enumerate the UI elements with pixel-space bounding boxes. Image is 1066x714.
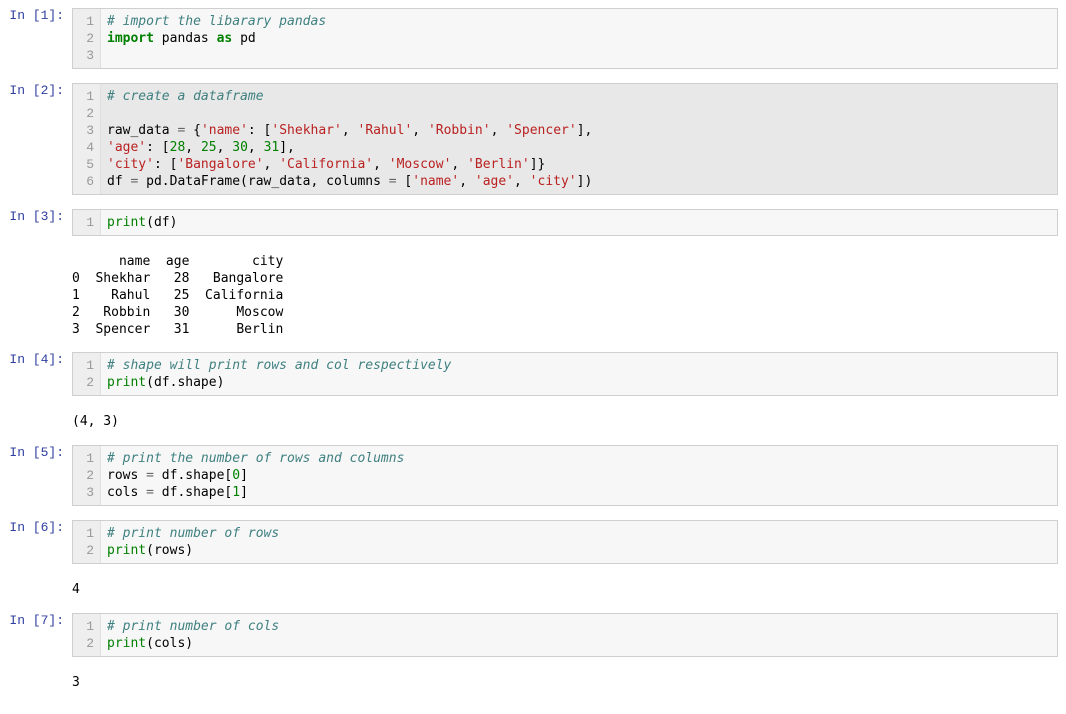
code-line[interactable]: print(cols) (107, 635, 1051, 652)
code-input-area[interactable]: 12# print number of colsprint(cols) (72, 613, 1058, 657)
code-line[interactable]: rows = df.shape[0] (107, 467, 1051, 484)
code-line[interactable]: print(df) (107, 214, 1051, 231)
line-number: 2 (73, 635, 94, 652)
line-number-gutter: 12 (73, 614, 101, 656)
code-line[interactable]: # shape will print rows and col respecti… (107, 357, 1051, 374)
input-prompt: In [7]: (8, 613, 72, 657)
notebook-cell: In [2]:123456# create a dataframe raw_da… (8, 83, 1058, 195)
code-editor[interactable]: print(df) (101, 210, 1057, 235)
notebook-cell: In [5]:123# print the number of rows and… (8, 445, 1058, 506)
input-prompt: In [2]: (8, 83, 72, 195)
notebook-cell: In [7]:12# print number of colsprint(col… (8, 613, 1058, 657)
code-editor[interactable]: # print number of colsprint(cols) (101, 614, 1057, 656)
code-input-area[interactable]: 12# print number of rowsprint(rows) (72, 520, 1058, 564)
code-line[interactable] (107, 105, 1051, 122)
input-prompt: In [1]: (8, 8, 72, 69)
output-body: name age city 0 Shekhar 28 Bangalore 1 R… (72, 250, 1058, 338)
output-body: (4, 3) (72, 410, 1058, 431)
code-input-area[interactable]: 123# print the number of rows and column… (72, 445, 1058, 506)
cell-body: 123# print the number of rows and column… (72, 445, 1058, 506)
line-number: 1 (73, 450, 94, 467)
output-row: 4 (8, 578, 1058, 599)
input-prompt: In [5]: (8, 445, 72, 506)
input-prompt: In [3]: (8, 209, 72, 236)
code-line[interactable]: 'age': [28, 25, 30, 31], (107, 139, 1051, 156)
line-number: 3 (73, 484, 94, 501)
line-number: 4 (73, 139, 94, 156)
code-input-area[interactable]: 12 # shape will print rows and col respec… (72, 352, 1058, 396)
input-prompt: In [4]: (8, 352, 72, 396)
notebook-cell: In [6]:12# print number of rowsprint(row… (8, 520, 1058, 564)
code-line[interactable]: print(rows) (107, 542, 1051, 559)
line-number: 2 (73, 374, 94, 391)
code-line[interactable]: print(df.shape) (107, 374, 1051, 391)
code-line[interactable]: # print the number of rows and columns (107, 450, 1051, 467)
line-number-gutter: 12 (73, 521, 101, 563)
cell-output: 4 (72, 578, 1058, 599)
output-row: (4, 3) (8, 410, 1058, 431)
output-prompt (8, 578, 72, 599)
line-number: 1 (73, 88, 94, 105)
cell-body: 12# print number of colsprint(cols) (72, 613, 1058, 657)
cell-body: 1 print(df) (72, 209, 1058, 236)
line-number: 2 (73, 105, 94, 122)
line-number: 1 (73, 214, 94, 231)
code-editor[interactable]: # import the libarary pandasimport panda… (101, 9, 1057, 68)
line-number: 1 (73, 13, 94, 30)
line-number: 1 (73, 618, 94, 635)
code-input-area[interactable]: 1 print(df) (72, 209, 1058, 236)
input-prompt: In [6]: (8, 520, 72, 564)
line-number: 5 (73, 156, 94, 173)
notebook-cell: In [4]:12 # shape will print rows and col… (8, 352, 1058, 396)
code-editor[interactable]: # print number of rowsprint(rows) (101, 521, 1057, 563)
code-editor[interactable]: # shape will print rows and col respecti… (101, 353, 1057, 395)
output-prompt (8, 250, 72, 338)
line-number: 2 (73, 467, 94, 484)
line-number: 6 (73, 173, 94, 190)
notebook-container: In [1]:123# import the libarary pandasim… (8, 8, 1058, 692)
notebook-cell: In [1]:123# import the libarary pandasim… (8, 8, 1058, 69)
code-line[interactable]: df = pd.DataFrame(raw_data, columns = ['… (107, 173, 1051, 190)
line-number: 2 (73, 30, 94, 47)
line-number-gutter: 1 (73, 210, 101, 235)
output-row: name age city 0 Shekhar 28 Bangalore 1 R… (8, 250, 1058, 338)
line-number: 3 (73, 47, 94, 64)
line-number: 1 (73, 525, 94, 542)
code-line[interactable]: # print number of rows (107, 525, 1051, 542)
code-line[interactable]: # create a dataframe (107, 88, 1051, 105)
line-number: 2 (73, 542, 94, 559)
code-line[interactable] (107, 47, 1051, 64)
code-line[interactable]: 'city': ['Bangalore', 'California', 'Mos… (107, 156, 1051, 173)
line-number-gutter: 12 (73, 353, 101, 395)
line-number-gutter: 123456 (73, 84, 101, 194)
line-number: 1 (73, 357, 94, 374)
notebook-cell: In [3]:1 print(df) (8, 209, 1058, 236)
line-number-gutter: 123 (73, 446, 101, 505)
code-input-area[interactable]: 123456# create a dataframe raw_data = {'… (72, 83, 1058, 195)
cell-output: name age city 0 Shekhar 28 Bangalore 1 R… (72, 250, 1058, 338)
code-line[interactable]: # import the libarary pandas (107, 13, 1051, 30)
code-line[interactable]: import pandas as pd (107, 30, 1051, 47)
code-line[interactable]: raw_data = {'name': ['Shekhar', 'Rahul',… (107, 122, 1051, 139)
cell-body: 123456# create a dataframe raw_data = {'… (72, 83, 1058, 195)
line-number-gutter: 123 (73, 9, 101, 68)
cell-output: (4, 3) (72, 410, 1058, 431)
code-editor[interactable]: # print the number of rows and columnsro… (101, 446, 1057, 505)
code-editor[interactable]: # create a dataframe raw_data = {'name':… (101, 84, 1057, 194)
line-number: 3 (73, 122, 94, 139)
output-prompt (8, 410, 72, 431)
output-body: 4 (72, 578, 1058, 599)
code-line[interactable]: # print number of cols (107, 618, 1051, 635)
code-line[interactable]: cols = df.shape[1] (107, 484, 1051, 501)
cell-body: 123# import the libarary pandasimport pa… (72, 8, 1058, 69)
cell-body: 12 # shape will print rows and col respec… (72, 352, 1058, 396)
cell-body: 12# print number of rowsprint(rows) (72, 520, 1058, 564)
code-input-area[interactable]: 123# import the libarary pandasimport pa… (72, 8, 1058, 69)
